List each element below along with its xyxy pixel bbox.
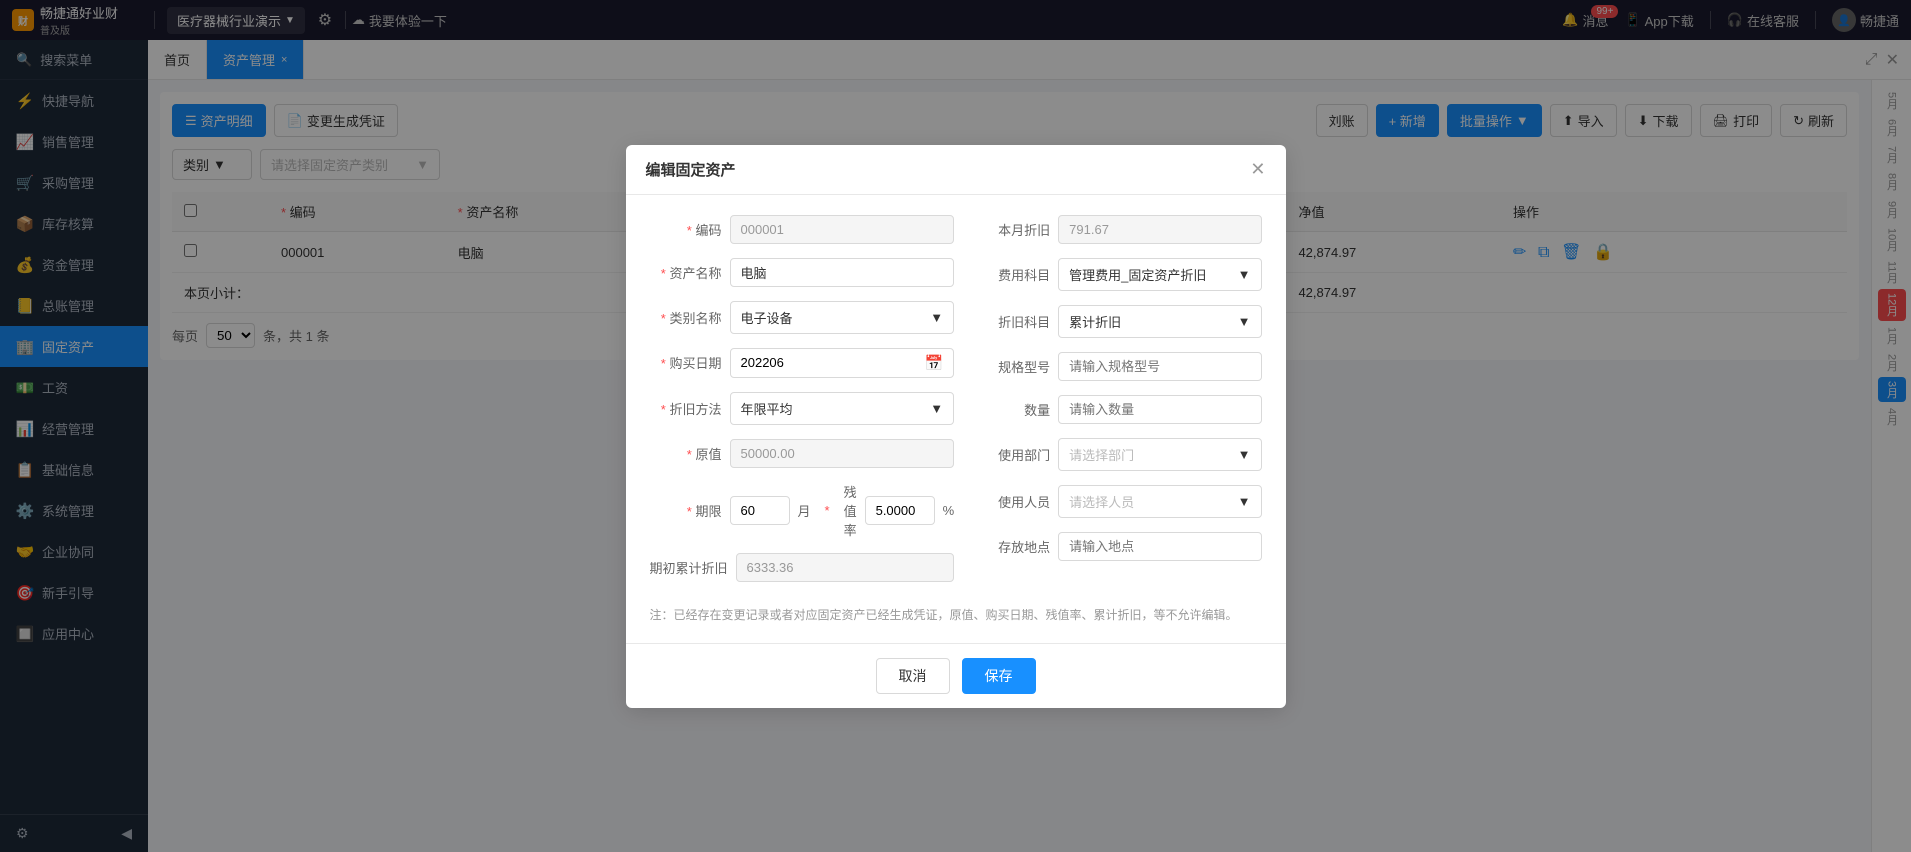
department-arrow-icon: ▼ bbox=[1238, 447, 1251, 462]
employee-select[interactable]: 请选择人员 ▼ bbox=[1058, 485, 1261, 518]
location-label: 存放地点 bbox=[978, 537, 1050, 556]
expense-subject-label: 费用科目 bbox=[978, 265, 1050, 284]
asset-name-input[interactable] bbox=[730, 258, 955, 287]
department-label: 使用部门 bbox=[978, 445, 1050, 464]
original-value-label: * 原值 bbox=[650, 444, 722, 463]
residual-rate-unit: % bbox=[943, 503, 955, 518]
quantity-label: 数量 bbox=[978, 400, 1050, 419]
category-select-arrow-icon: ▼ bbox=[930, 310, 943, 325]
modal-title: 编辑固定资产 bbox=[646, 159, 736, 180]
calendar-icon[interactable]: 📅 bbox=[924, 354, 943, 372]
code-input[interactable] bbox=[730, 215, 955, 244]
depreciation-method-select[interactable]: 年限平均 ▼ bbox=[730, 392, 955, 425]
initial-depreciation-label: 期初累计折旧 bbox=[650, 558, 728, 577]
location-input[interactable] bbox=[1058, 532, 1261, 561]
category-label-modal: * 类别名称 bbox=[650, 308, 722, 327]
edit-asset-modal: 编辑固定资产 ✕ * 编码 * 资产名称 bbox=[626, 145, 1286, 708]
monthly-depreciation-label: 本月折旧 bbox=[978, 220, 1050, 239]
period-unit: 月 bbox=[798, 501, 811, 520]
purchase-date-input[interactable]: 📅 bbox=[730, 348, 955, 378]
depreciation-method-arrow-icon: ▼ bbox=[930, 401, 943, 416]
expense-subject-select[interactable]: 管理费用_固定资产折旧 ▼ bbox=[1058, 258, 1261, 291]
department-select[interactable]: 请选择部门 ▼ bbox=[1058, 438, 1261, 471]
residual-rate-label: 残值率 bbox=[844, 482, 857, 539]
residual-rate-input[interactable] bbox=[865, 496, 935, 525]
cancel-button[interactable]: 取消 bbox=[876, 658, 950, 694]
depreciation-subject-select[interactable]: 累计折旧 ▼ bbox=[1058, 305, 1261, 338]
depreciation-method-label: * 折旧方法 bbox=[650, 399, 722, 418]
employee-label: 使用人员 bbox=[978, 492, 1050, 511]
monthly-depreciation-input bbox=[1058, 215, 1261, 244]
spec-input[interactable] bbox=[1058, 352, 1261, 381]
expense-subject-arrow-icon: ▼ bbox=[1238, 267, 1251, 282]
modal-close-icon[interactable]: ✕ bbox=[1250, 159, 1265, 180]
code-label: * 编码 bbox=[650, 220, 722, 239]
initial-depreciation-input[interactable] bbox=[736, 553, 955, 582]
purchase-date-label: * 购买日期 bbox=[650, 353, 722, 372]
depreciation-subject-arrow-icon: ▼ bbox=[1238, 314, 1251, 329]
employee-arrow-icon: ▼ bbox=[1238, 494, 1251, 509]
asset-name-label: * 资产名称 bbox=[650, 263, 722, 282]
period-input[interactable] bbox=[730, 496, 790, 525]
save-button[interactable]: 保存 bbox=[962, 658, 1036, 694]
period-label: * 期限 bbox=[650, 501, 722, 520]
purchase-date-field[interactable] bbox=[741, 355, 925, 370]
modal-note: 注：已经存在变更记录或者对应固定资产已经生成凭证，原值、购买日期、残值率、累计折… bbox=[650, 596, 1262, 623]
original-value-input[interactable] bbox=[730, 439, 955, 468]
modal-overlay: 编辑固定资产 ✕ * 编码 * 资产名称 bbox=[0, 0, 1911, 852]
spec-label: 规格型号 bbox=[978, 357, 1050, 376]
quantity-input[interactable] bbox=[1058, 395, 1261, 424]
category-select[interactable]: 电子设备 ▼ bbox=[730, 301, 955, 334]
depreciation-subject-label: 折旧科目 bbox=[978, 312, 1050, 331]
